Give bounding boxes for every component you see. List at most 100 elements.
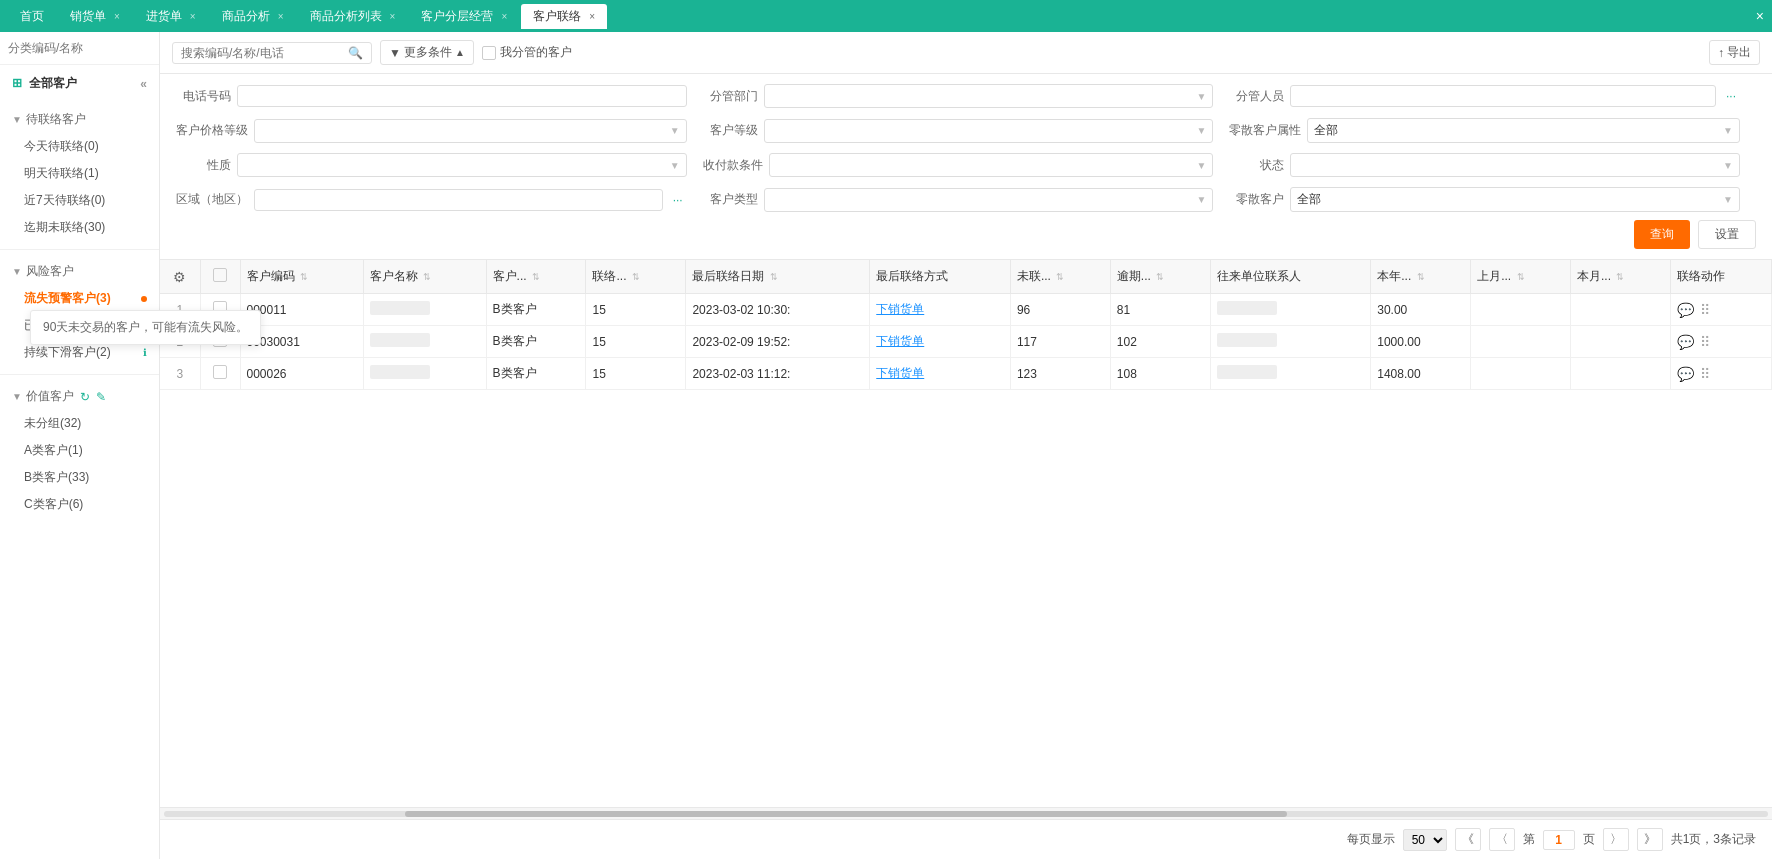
dept-arrow: ▼ [1196,91,1206,102]
price-grade-select[interactable]: ▼ [254,119,687,143]
search-button-icon[interactable]: 🔍 [348,46,363,60]
prev-page-btn[interactable]: 〈 [1489,828,1515,851]
row3-more-icon[interactable]: ⠿ [1700,366,1710,382]
close-tab-analysis-list[interactable]: × [390,11,396,22]
th-action: 联络动作 [1670,260,1771,294]
more-conditions-btn[interactable]: ▼ 更多条件 ▲ [380,40,474,65]
sidebar-all-customers[interactable]: ⊞ 全部客户 « [0,69,159,98]
row3-this-month [1571,358,1671,390]
row1-more-icon[interactable]: ⠿ [1700,302,1710,318]
row1-method-link[interactable]: 下销货单 [876,302,924,316]
zero-attr-select[interactable]: 全部 ▼ [1307,118,1740,143]
tab-analysis-list[interactable]: 商品分析列表 × [298,4,408,29]
close-tab-customer-tier[interactable]: × [501,11,507,22]
row1-chat-icon[interactable]: 💬 [1677,302,1694,318]
query-button[interactable]: 查询 [1634,220,1690,249]
first-page-btn[interactable]: 《 [1455,828,1481,851]
tab-home[interactable]: 首页 [8,4,56,29]
per-page-select[interactable]: 50 [1403,829,1447,851]
gender-select[interactable]: ▼ [237,153,687,177]
sidebar-item-churn-warning[interactable]: 流失预警客户(3) [0,285,159,312]
close-tab-analysis[interactable]: × [278,11,284,22]
select-all-checkbox[interactable] [213,268,227,282]
gear-settings-icon[interactable]: ⚙ [173,269,186,285]
scroll-track[interactable] [164,811,1768,817]
horizontal-scrollbar[interactable] [160,807,1772,819]
sidebar-item-a-class[interactable]: A类客户(1) [0,437,159,464]
sidebar-item-ungrouped[interactable]: 未分组(32) [0,410,159,437]
tab-purchase[interactable]: 进货单 × [134,4,208,29]
code-sort[interactable]: ⇅ [300,272,308,282]
person-more-btn[interactable]: ··· [1722,89,1740,103]
payment-select[interactable]: ▼ [769,153,1214,177]
uncontacted-sort[interactable]: ⇅ [1056,272,1064,282]
value-customers-title[interactable]: ▼ 价值客户 ↻ ✎ [0,383,159,410]
scroll-thumb[interactable] [405,811,1287,817]
contact-sort[interactable]: ⇅ [632,272,640,282]
filter-person: 分管人员 ··· [1229,84,1756,108]
last-page-btn[interactable]: 》 [1637,828,1663,851]
row2-method-link[interactable]: 下销货单 [876,334,924,348]
sidebar-all-customers-section: ⊞ 全部客户 « [0,65,159,102]
phone-input[interactable] [237,85,687,107]
zero-cust-select[interactable]: 全部 ▼ [1290,187,1740,212]
tab-sales[interactable]: 销货单 × [58,4,132,29]
tab-analysis[interactable]: 商品分析 × [210,4,296,29]
region-input[interactable] [254,189,663,211]
person-input[interactable] [1290,85,1716,107]
th-contact: 联络... ⇅ [586,260,686,294]
current-page-input[interactable] [1543,830,1575,850]
close-all-tabs[interactable]: × [1756,8,1764,24]
sidebar-item-overdue-contact[interactable]: 迄期未联络(30) [0,214,159,241]
row2-type: B类客户 [486,326,586,358]
info-icon-declining[interactable]: ℹ [143,347,147,358]
name-sort[interactable]: ⇅ [423,272,431,282]
refresh-icon[interactable]: ↻ [80,390,90,404]
year-sort[interactable]: ⇅ [1417,272,1425,282]
my-customer-checkbox-row[interactable]: 我分管的客户 [482,44,572,61]
my-customer-checkbox[interactable] [482,46,496,60]
row3-idx: 3 [160,358,200,390]
export-button[interactable]: ↑ 导出 [1709,40,1760,65]
sidebar-item-c-class[interactable]: C类客户(6) [0,491,159,518]
row3-method-link[interactable]: 下销货单 [876,366,924,380]
close-tab-sales[interactable]: × [114,11,120,22]
sidebar-item-week-contact[interactable]: 近7天待联络(0) [0,187,159,214]
type-sort[interactable]: ⇅ [532,272,540,282]
last-month-sort[interactable]: ⇅ [1517,272,1525,282]
last-date-sort[interactable]: ⇅ [770,272,778,282]
row2-more-icon[interactable]: ⠿ [1700,334,1710,350]
status-arrow: ▼ [1723,160,1733,171]
region-more-btn[interactable]: ··· [669,193,687,207]
sidebar-collapse-btn[interactable]: « [140,77,147,91]
status-select[interactable]: ▼ [1290,153,1740,177]
overdue-sort[interactable]: ⇅ [1156,272,1164,282]
tab-customer-tier[interactable]: 客户分层经营 × [409,4,519,29]
search-input[interactable] [181,46,344,60]
dept-select[interactable]: ▼ [764,84,1214,108]
table-row: 3 000026 B类客户 15 2023-02-03 11:12: 下销货单 [160,358,1772,390]
cust-type-select[interactable]: ▼ [764,188,1214,212]
sidebar-item-tomorrow-contact[interactable]: 明天待联络(1) [0,160,159,187]
row3-checkbox[interactable] [213,365,227,379]
row2-last-method: 下销货单 [870,326,1011,358]
th-unit-contact: 往来单位联系人 [1210,260,1371,294]
sidebar-item-b-class[interactable]: B类客户(33) [0,464,159,491]
pending-contact-title[interactable]: ▼ 待联络客户 [0,106,159,133]
risk-customers-title[interactable]: ▼ 风险客户 [0,258,159,285]
sidebar-item-today-contact[interactable]: 今天待联络(0) [0,133,159,160]
next-page-btn[interactable]: 〉 [1603,828,1629,851]
row1-last-method: 下销货单 [870,294,1011,326]
sidebar-search-input[interactable] [8,41,158,55]
filter-arrow: ▲ [455,47,465,58]
this-month-sort[interactable]: ⇅ [1616,272,1624,282]
edit-icon[interactable]: ✎ [96,390,106,404]
row1-unit-contact [1210,294,1371,326]
close-tab-purchase[interactable]: × [190,11,196,22]
close-tab-customer-contact[interactable]: × [589,11,595,22]
row2-chat-icon[interactable]: 💬 [1677,334,1694,350]
settings-button[interactable]: 设置 [1698,220,1756,249]
grade-select[interactable]: ▼ [764,119,1214,143]
row3-chat-icon[interactable]: 💬 [1677,366,1694,382]
tab-customer-contact[interactable]: 客户联络 × [521,4,607,29]
